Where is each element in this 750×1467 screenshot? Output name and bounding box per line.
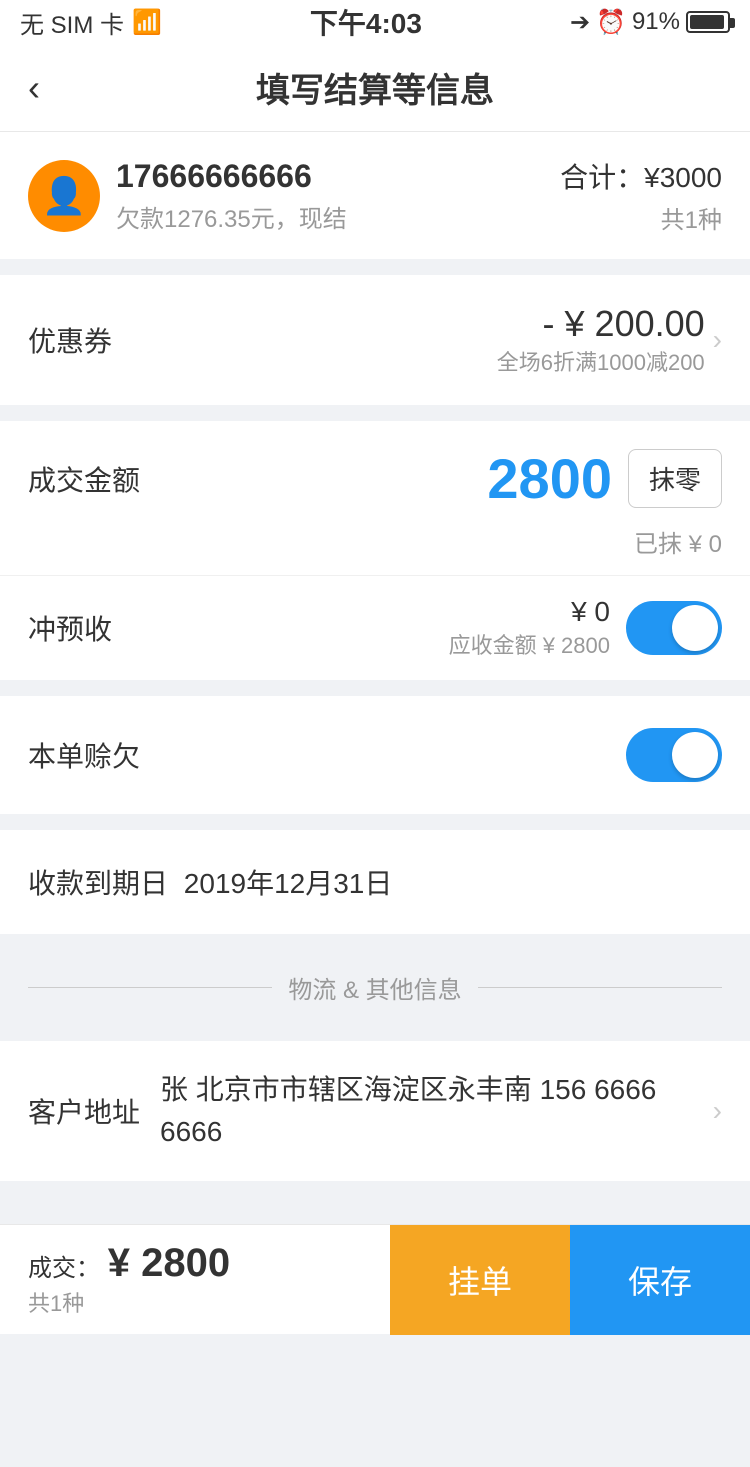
transaction-label: 成交金额 (28, 459, 140, 499)
wifi-icon: 📶 (132, 8, 162, 37)
transaction-row: 成交金额 2800 抹零 (0, 421, 750, 536)
customer-right: 合计：¥3000 共1种 (560, 156, 722, 235)
divider-line-left (28, 987, 272, 988)
duedate-row: 收款到期日 2019年12月31日 (0, 830, 750, 934)
save-button[interactable]: 保存 (570, 1225, 750, 1335)
hang-button[interactable]: 挂单 (390, 1225, 570, 1335)
bottom-amount: ¥ 2800 (108, 1241, 230, 1285)
prepaid-toggle[interactable] (626, 601, 722, 655)
status-right: ➔ ⏰ 91% (570, 8, 730, 37)
total-count: 共1种 (560, 200, 722, 235)
coupon-row[interactable]: 优惠券 - ¥ 200.00 全场6折满1000减200 › (0, 275, 750, 405)
status-time: 下午4:03 (310, 2, 422, 42)
bottom-label: 成交： (28, 1255, 100, 1282)
transaction-value: 2800 (487, 451, 612, 507)
bottom-summary: 成交： ¥ 2800 共1种 (0, 1241, 390, 1318)
coupon-amount: - ¥ 200.00 (497, 303, 705, 345)
customer-card: 👤 17666666666 欠款1276.35元，现结 合计：¥3000 共1种 (0, 132, 750, 259)
duedate-value: 2019年12月31日 (184, 868, 393, 899)
chevron-right-icon: › (713, 324, 722, 356)
back-button[interactable]: ‹ (28, 67, 40, 109)
toggle-thumb (672, 605, 718, 651)
alarm-icon: ⏰ (596, 8, 626, 37)
divider-line-right (478, 987, 722, 988)
prepaid-row: 冲预收 ¥ 0 应收金额 ¥ 2800 (0, 575, 750, 680)
duedate-section: 收款到期日 2019年12月31日 (0, 830, 750, 934)
coupon-texts: - ¥ 200.00 全场6折满1000减200 (497, 303, 705, 377)
address-chevron-icon: › (713, 1095, 722, 1127)
total-amount: 合计：¥3000 (560, 156, 722, 196)
debt-label: 本单赊欠 (28, 735, 140, 775)
bottom-label-row: 成交： ¥ 2800 (28, 1241, 362, 1286)
debt-toggle-thumb (672, 732, 718, 778)
status-bar: 无 SIM 卡 📶 下午4:03 ➔ ⏰ 91% (0, 0, 750, 44)
coupon-desc: 全场6折满1000减200 (497, 345, 705, 377)
address-text: 张 北京市市辖区海淀区永丰南 156 6666 6666 (160, 1069, 705, 1153)
logistics-divider: 物流 & 其他信息 (0, 950, 750, 1025)
address-row[interactable]: 客户地址 张 北京市市辖区海淀区永丰南 156 6666 6666 › (0, 1041, 750, 1181)
coupon-section: 优惠券 - ¥ 200.00 全场6折满1000减200 › (0, 275, 750, 405)
battery-text: 91% (632, 8, 680, 36)
customer-left: 👤 17666666666 欠款1276.35元，现结 (28, 158, 347, 234)
customer-phone: 17666666666 (116, 158, 347, 195)
address-label: 客户地址 (28, 1091, 140, 1131)
address-section: 客户地址 张 北京市市辖区海淀区永丰南 156 6666 6666 › (0, 1041, 750, 1181)
transaction-section: 成交金额 2800 抹零 已抹 ¥ 0 冲预收 ¥ 0 应收金额 ¥ 2800 (0, 421, 750, 680)
nav-bar: ‹ 填写结算等信息 (0, 44, 750, 132)
location-icon: ➔ (570, 8, 590, 37)
page-title: 填写结算等信息 (256, 63, 494, 112)
prepaid-values: ¥ 0 应收金额 ¥ 2800 (449, 596, 610, 660)
bottom-bar: 成交： ¥ 2800 共1种 挂单 保存 (0, 1224, 750, 1334)
coupon-right: - ¥ 200.00 全场6折满1000减200 › (497, 303, 722, 377)
prepaid-label: 冲预收 (28, 608, 112, 648)
debt-section: 本单赊欠 (0, 696, 750, 814)
prepaid-sub: 应收金额 ¥ 2800 (449, 628, 610, 660)
status-left: 无 SIM 卡 📶 (20, 5, 162, 40)
prepaid-amount: ¥ 0 (449, 596, 610, 628)
bottom-count: 共1种 (28, 1286, 362, 1318)
carrier-text: 无 SIM 卡 (20, 5, 124, 40)
debt-row: 本单赊欠 (0, 696, 750, 814)
battery-icon (686, 11, 730, 33)
transaction-right: 2800 抹零 (487, 449, 722, 508)
transaction-sub: 已抹 ¥ 0 (0, 524, 750, 575)
logistics-label: 物流 & 其他信息 (272, 970, 477, 1005)
customer-info: 17666666666 欠款1276.35元，现结 (116, 158, 347, 234)
round-button[interactable]: 抹零 (628, 449, 722, 508)
avatar: 👤 (28, 160, 100, 232)
coupon-label: 优惠券 (28, 320, 112, 360)
duedate-label: 收款到期日 (28, 868, 168, 899)
debt-toggle[interactable] (626, 728, 722, 782)
customer-debt: 欠款1276.35元，现结 (116, 199, 347, 234)
prepaid-right: ¥ 0 应收金额 ¥ 2800 (449, 596, 722, 660)
